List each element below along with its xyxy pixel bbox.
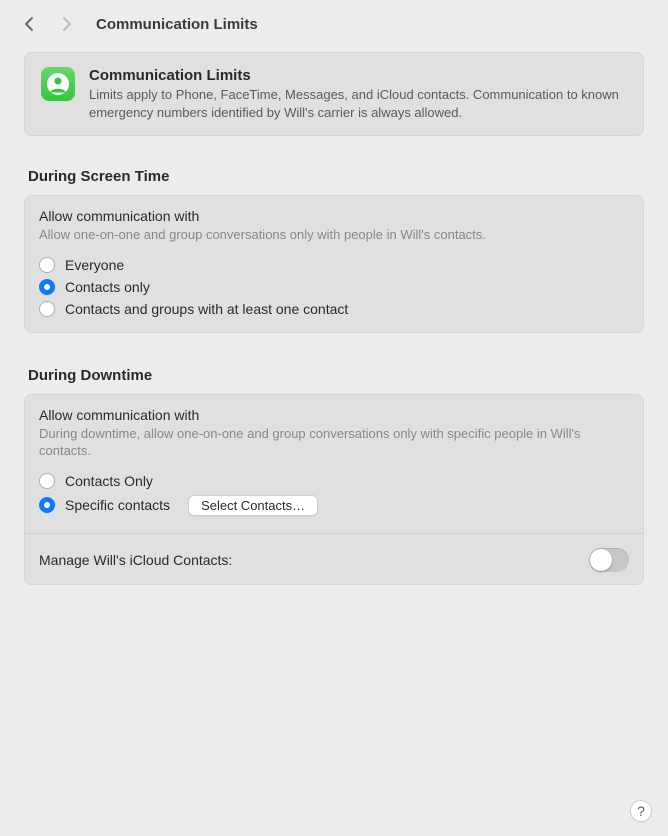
radio-downtime-contacts-only[interactable]: Contacts Only (39, 470, 629, 492)
radio-specific-contacts[interactable]: Specific contacts Select Contacts… (39, 492, 629, 519)
manage-icloud-row: Manage Will's iCloud Contacts: (39, 544, 629, 572)
radio-label: Specific contacts (65, 497, 170, 513)
titlebar: Communication Limits (0, 0, 668, 44)
help-button[interactable]: ? (630, 800, 652, 822)
radio-label: Contacts and groups with at least one co… (65, 301, 348, 317)
info-card: Communication Limits Limits apply to Pho… (24, 52, 644, 136)
switch-knob-icon (590, 549, 612, 571)
downtime-desc: During downtime, allow one-on-one and gr… (39, 425, 629, 460)
radio-icon (39, 279, 55, 295)
info-card-desc: Limits apply to Phone, FaceTime, Message… (89, 86, 627, 121)
info-card-title: Communication Limits (89, 67, 627, 84)
radio-contacts-only[interactable]: Contacts only (39, 276, 629, 298)
radio-icon (39, 301, 55, 317)
radio-icon (39, 473, 55, 489)
page-title: Communication Limits (96, 16, 258, 33)
radio-label: Contacts only (65, 279, 150, 295)
section-title-screentime: During Screen Time (28, 168, 640, 185)
settings-pane: Communication Limits Communication Limit… (0, 0, 668, 836)
screentime-heading: Allow communication with (39, 208, 629, 224)
nav-back-button[interactable] (20, 12, 38, 36)
content-area: Communication Limits Limits apply to Pho… (0, 44, 668, 601)
divider (25, 533, 643, 534)
select-contacts-button[interactable]: Select Contacts… (188, 495, 318, 516)
radio-icon (39, 497, 55, 513)
nav-forward-button[interactable] (58, 12, 76, 36)
radio-label: Everyone (65, 257, 124, 273)
contacts-icon (41, 67, 75, 101)
manage-icloud-label: Manage Will's iCloud Contacts: (39, 552, 232, 568)
radio-label: Contacts Only (65, 473, 153, 489)
downtime-card: Allow communication with During downtime… (24, 394, 644, 585)
radio-everyone[interactable]: Everyone (39, 254, 629, 276)
radio-icon (39, 257, 55, 273)
screentime-card: Allow communication with Allow one-on-on… (24, 195, 644, 333)
manage-icloud-toggle[interactable] (589, 548, 629, 572)
screentime-desc: Allow one-on-one and group conversations… (39, 226, 629, 244)
downtime-heading: Allow communication with (39, 407, 629, 423)
radio-contacts-and-groups[interactable]: Contacts and groups with at least one co… (39, 298, 629, 320)
section-title-downtime: During Downtime (28, 367, 640, 384)
info-card-body: Communication Limits Limits apply to Pho… (89, 67, 627, 121)
